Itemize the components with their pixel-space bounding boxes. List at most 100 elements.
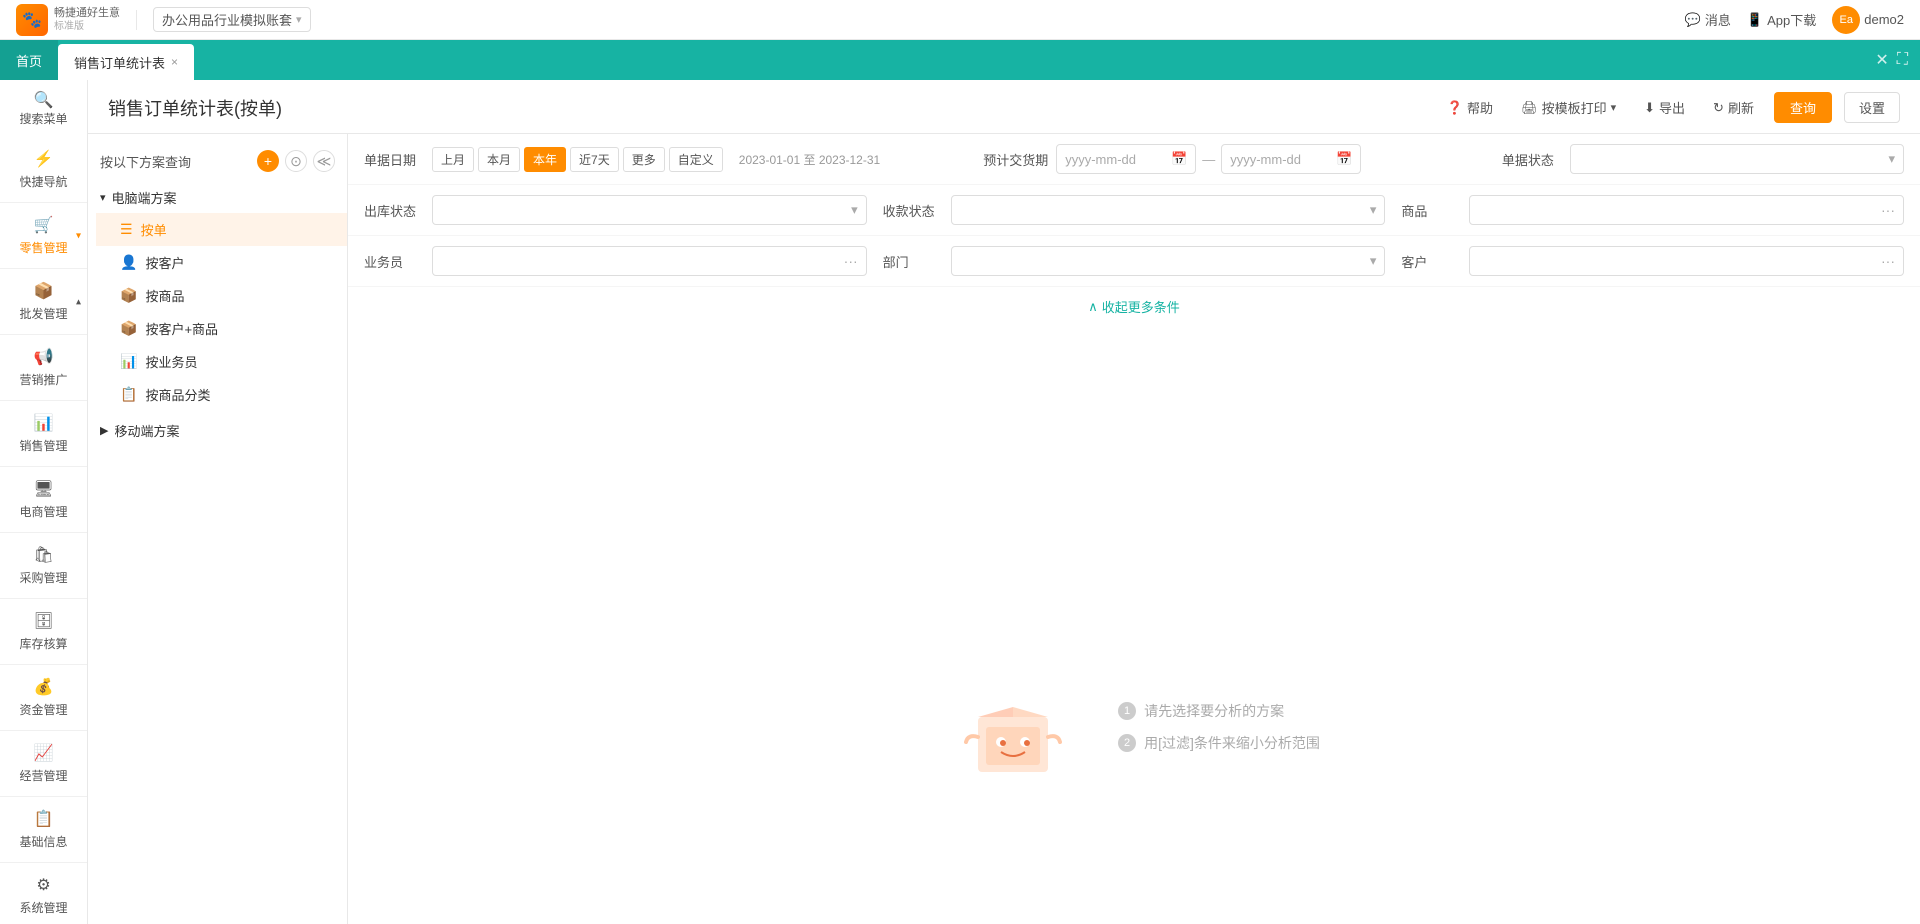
scheme-item-by-customer[interactable]: 👤 按客户 (96, 246, 347, 279)
tab-sales-stats[interactable]: 销售订单统计表 × (58, 44, 194, 80)
sidebar: 🔍 搜索菜单 ⚡ 快捷导航 🛒 零售管理 ▾ 📦 批发管理 ▴ 📢 营销推广 📊… (0, 80, 88, 924)
wholesale-arrow-icon: ▴ (76, 296, 81, 307)
export-button[interactable]: ⬇ 导出 (1636, 94, 1693, 121)
message-icon: 💬 (1685, 12, 1701, 28)
salesperson-filter-group: 业务员 ··· (364, 246, 867, 276)
scheme-desktop-group-header[interactable]: ▾ 电脑端方案 (88, 182, 347, 213)
date-btn-this-year[interactable]: 本年 (524, 147, 566, 172)
scheme-item-by-salesperson[interactable]: 📊 按业务员 (96, 345, 347, 378)
customer-select[interactable]: ··· (1469, 246, 1904, 276)
print-icon: 🖨 (1521, 100, 1538, 116)
scheme-group-arrow-icon: ▾ (100, 191, 106, 204)
scheme-item-by-goods[interactable]: 📦 按商品 (96, 279, 347, 312)
customer-more-icon[interactable]: ··· (1881, 253, 1895, 269)
retail-arrow-icon: ▾ (76, 230, 81, 241)
quicknav-icon: ⚡ (34, 149, 54, 169)
tab-home[interactable]: 首页 (0, 40, 58, 80)
delivery-status-select[interactable]: ▾ (432, 195, 867, 225)
print-button[interactable]: 🖨 按模板打印 ▾ (1513, 94, 1624, 121)
page-title: 销售订单统计表(按单) (108, 95, 282, 121)
collapse-up-icon: ∧ (1088, 299, 1098, 315)
salesperson-more-icon[interactable]: ··· (844, 253, 858, 269)
sidebar-item-marketing[interactable]: 📢 营销推广 (0, 335, 87, 401)
workspace-dropdown-icon: ▾ (296, 13, 302, 26)
goods-more-icon[interactable]: ··· (1881, 202, 1895, 218)
window-close-button[interactable]: ✕ (1875, 50, 1888, 70)
by-order-icon: ☰ (120, 221, 133, 238)
filter-row-3: 业务员 ··· 部门 ▾ (348, 236, 1920, 287)
sidebar-item-finance[interactable]: 💰 资金管理 (0, 665, 87, 731)
window-maximize-button[interactable]: ⛶ (1897, 51, 1908, 69)
scheme-settings-button[interactable]: ⊙ (285, 150, 307, 172)
goods-select[interactable]: ··· (1469, 195, 1904, 225)
avatar: Ea (1832, 6, 1860, 34)
main-layout: 🔍 搜索菜单 ⚡ 快捷导航 🛒 零售管理 ▾ 📦 批发管理 ▴ 📢 营销推广 📊… (0, 80, 1920, 924)
salesperson-select[interactable]: ··· (432, 246, 867, 276)
sidebar-item-inventory[interactable]: 🗄 库存核算 (0, 599, 87, 665)
date-btn-this-month[interactable]: 本月 (478, 147, 520, 172)
filter-row-1: 单据日期 上月 本月 本年 近7天 更多 自定义 2023-01-01 至 20… (348, 134, 1920, 185)
sidebar-search[interactable]: 🔍 搜索菜单 (0, 80, 87, 137)
finance-icon: 💰 (34, 677, 54, 697)
department-select[interactable]: ▾ (951, 246, 1386, 276)
sidebar-item-basic[interactable]: 📋 基础信息 (0, 797, 87, 863)
sidebar-item-quicknav[interactable]: ⚡ 快捷导航 (0, 137, 87, 203)
sidebar-item-ecommerce[interactable]: 🖥 电商管理 (0, 467, 87, 533)
date-btn-more[interactable]: 更多 (623, 147, 665, 172)
tab-close-icon[interactable]: × (171, 55, 178, 69)
collapse-bar[interactable]: ∧ 收起更多条件 (348, 287, 1920, 326)
by-goods-icon: 📦 (120, 287, 137, 304)
expected-date-start[interactable]: yyyy-mm-dd 📅 (1056, 144, 1196, 174)
setting-button[interactable]: 设置 (1844, 92, 1900, 123)
scheme-add-button[interactable]: + (257, 150, 279, 172)
sidebar-item-sales[interactable]: 📊 销售管理 (0, 401, 87, 467)
app-download-button[interactable]: 📱 App下载 (1747, 10, 1816, 29)
calendar-end-icon: 📅 (1336, 151, 1352, 167)
message-button[interactable]: 💬 消息 (1685, 10, 1731, 29)
date-btn-last7days[interactable]: 近7天 (570, 147, 619, 172)
date-btn-custom[interactable]: 自定义 (669, 147, 723, 172)
date-btn-last-month[interactable]: 上月 (432, 147, 474, 172)
sidebar-item-retail[interactable]: 🛒 零售管理 ▾ (0, 203, 87, 269)
expected-date-end[interactable]: yyyy-mm-dd 📅 (1221, 144, 1361, 174)
empty-svg (948, 662, 1078, 792)
order-status-dropdown-icon: ▾ (1888, 151, 1895, 167)
top-bar-left: 🐾 畅捷通好生意 标准版 办公用品行业模拟账套 ▾ (16, 4, 311, 36)
payment-status-select[interactable]: ▾ (951, 195, 1386, 225)
logo-icon: 🐾 (16, 4, 48, 36)
query-button[interactable]: 查询 (1774, 92, 1832, 123)
divider (136, 10, 137, 30)
customer-filter-group: 客户 ··· (1401, 246, 1904, 276)
sidebar-item-system[interactable]: ⚙ 系统管理 (0, 863, 87, 924)
date-buttons: 上月 本月 本年 近7天 更多 自定义 (432, 147, 723, 172)
refresh-button[interactable]: ↻ 刷新 (1705, 94, 1762, 121)
scheme-panel: 按以下方案查询 + ⊙ ≪ ▾ 电脑端方案 ☰ 按 (88, 134, 348, 924)
top-bar: 🐾 畅捷通好生意 标准版 办公用品行业模拟账套 ▾ 💬 消息 📱 App下载 E… (0, 0, 1920, 40)
scheme-mobile-group-header[interactable]: ▶ 移动端方案 (88, 415, 347, 446)
scheme-mobile-group: ▶ 移动端方案 (88, 415, 347, 446)
filter-row-2: 出库状态 ▾ 收款状态 ▾ (348, 185, 1920, 236)
wholesale-icon: 📦 (34, 281, 54, 301)
calendar-start-icon: 📅 (1171, 151, 1187, 167)
help-button[interactable]: ❓ 帮助 (1439, 94, 1501, 121)
workspace-selector[interactable]: 办公用品行业模拟账套 ▾ (153, 7, 311, 32)
system-icon: ⚙ (36, 875, 50, 895)
sidebar-item-operation[interactable]: 📈 经营管理 (0, 731, 87, 797)
hint-num-1: 1 (1118, 702, 1136, 720)
scheme-item-by-customer-goods[interactable]: 📦 按客户+商品 (96, 312, 347, 345)
order-status-select[interactable]: ▾ (1570, 144, 1904, 174)
print-dropdown-icon: ▾ (1611, 101, 1617, 114)
scheme-collapse-button[interactable]: ≪ (313, 150, 335, 172)
logo-area: 🐾 畅捷通好生意 标准版 (16, 4, 120, 36)
logo-text: 畅捷通好生意 标准版 (54, 6, 120, 33)
payment-dropdown-icon: ▾ (1370, 202, 1377, 218)
scheme-item-by-category[interactable]: 📋 按商品分类 (96, 378, 347, 411)
tab-bar: 首页 销售订单统计表 × ✕ ⛶ (0, 40, 1920, 80)
sidebar-item-wholesale[interactable]: 📦 批发管理 ▴ (0, 269, 87, 335)
refresh-icon: ↻ (1713, 100, 1724, 116)
user-menu[interactable]: Ea demo2 (1832, 6, 1904, 34)
retail-icon: 🛒 (34, 215, 54, 235)
sidebar-item-purchase[interactable]: 🛍 采购管理 (0, 533, 87, 599)
by-customer-icon: 👤 (120, 254, 137, 271)
scheme-item-by-order[interactable]: ☰ 按单 (96, 213, 347, 246)
